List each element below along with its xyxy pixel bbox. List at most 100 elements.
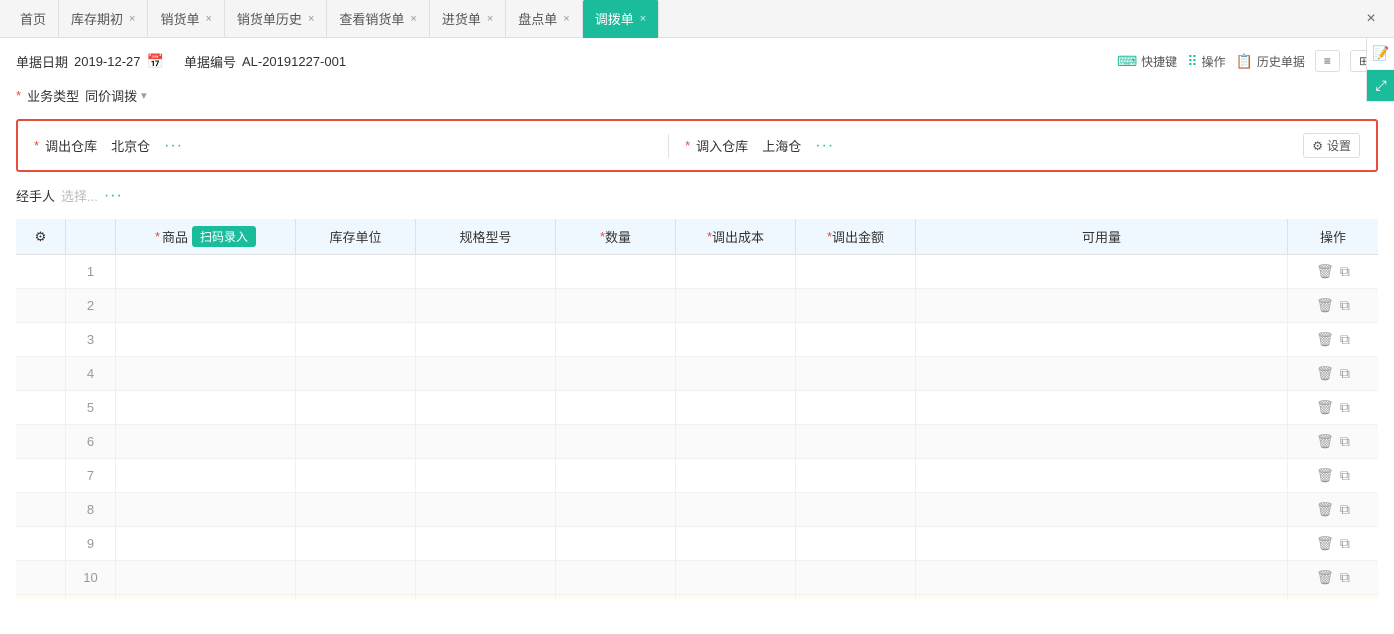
copy-icon[interactable]: ⧉ [1340, 535, 1350, 552]
delete-icon[interactable]: 🗑 [1316, 569, 1334, 586]
row-amount-2[interactable] [796, 323, 916, 357]
row-goods-3[interactable] [116, 357, 296, 391]
row-amount-9[interactable] [796, 561, 916, 595]
copy-icon[interactable]: ⧉ [1340, 569, 1350, 586]
tab-inventory-init[interactable]: 库存期初 × [59, 0, 148, 38]
warehouse-in-dots[interactable]: ··· [815, 137, 834, 155]
row-amount-0[interactable] [796, 255, 916, 289]
delete-icon[interactable]: 🗑 [1316, 467, 1334, 484]
row-goods-6[interactable] [116, 459, 296, 493]
row-spec-8[interactable] [416, 527, 556, 561]
row-unit-10[interactable] [296, 595, 416, 600]
row-cost-6[interactable] [676, 459, 796, 493]
table-scroll-area[interactable]: ⚙ * 商品 扫码录入 库存单位 规格型号 * 数量 * 调出成本 [16, 219, 1378, 599]
tab-purchase-order[interactable]: 进货单 × [430, 0, 506, 38]
history-button[interactable]: 📋 历史单据 [1235, 53, 1304, 70]
copy-icon[interactable]: ⧉ [1340, 331, 1350, 348]
row-qty-9[interactable] [556, 561, 676, 595]
warehouse-settings-button[interactable]: ⚙ 设置 [1303, 133, 1360, 158]
close-icon[interactable]: × [410, 13, 416, 25]
layout-toggle-button[interactable]: ≡ [1315, 50, 1340, 72]
row-qty-5[interactable] [556, 425, 676, 459]
row-spec-2[interactable] [416, 323, 556, 357]
row-avail-4[interactable] [916, 391, 1288, 425]
scan-entry-button[interactable]: 扫码录入 [192, 226, 256, 247]
tab-transfer-order[interactable]: 调拨单 × [583, 0, 659, 38]
close-icon[interactable]: × [487, 13, 493, 25]
row-cost-9[interactable] [676, 561, 796, 595]
row-unit-4[interactable] [296, 391, 416, 425]
row-avail-7[interactable] [916, 493, 1288, 527]
row-qty-3[interactable] [556, 357, 676, 391]
copy-icon[interactable]: ⧉ [1340, 297, 1350, 314]
row-qty-6[interactable] [556, 459, 676, 493]
row-qty-8[interactable] [556, 527, 676, 561]
row-amount-8[interactable] [796, 527, 916, 561]
row-goods-5[interactable] [116, 425, 296, 459]
delete-icon[interactable]: 🗑 [1316, 263, 1334, 280]
calendar-icon[interactable]: 📅 [147, 53, 164, 70]
row-qty-0[interactable] [556, 255, 676, 289]
row-unit-3[interactable] [296, 357, 416, 391]
copy-icon[interactable]: ⧉ [1340, 467, 1350, 484]
row-amount-6[interactable] [796, 459, 916, 493]
row-spec-7[interactable] [416, 493, 556, 527]
row-spec-4[interactable] [416, 391, 556, 425]
close-icon[interactable]: × [129, 13, 135, 25]
row-amount-3[interactable] [796, 357, 916, 391]
delete-icon[interactable]: 🗑 [1316, 399, 1334, 416]
row-unit-0[interactable] [296, 255, 416, 289]
row-avail-9[interactable] [916, 561, 1288, 595]
person-input[interactable]: 选择... [61, 186, 98, 205]
copy-icon[interactable]: ⧉ [1340, 365, 1350, 382]
close-icon[interactable]: × [205, 13, 211, 25]
tab-inventory-check[interactable]: 盘点单 × [506, 0, 582, 38]
tab-view-sales[interactable]: 查看销货单 × [327, 0, 429, 38]
row-spec-9[interactable] [416, 561, 556, 595]
row-qty-2[interactable] [556, 323, 676, 357]
business-type-select[interactable]: 同价调拨 ▾ [85, 86, 185, 105]
close-icon[interactable]: × [308, 13, 314, 25]
copy-icon[interactable]: ⧉ [1340, 263, 1350, 280]
row-cost-7[interactable] [676, 493, 796, 527]
row-unit-9[interactable] [296, 561, 416, 595]
row-unit-2[interactable] [296, 323, 416, 357]
th-gear[interactable]: ⚙ [16, 219, 66, 255]
row-cost-4[interactable] [676, 391, 796, 425]
tab-sales-history[interactable]: 销货单历史 × [225, 0, 327, 38]
row-amount-4[interactable] [796, 391, 916, 425]
close-icon[interactable]: × [640, 13, 646, 25]
row-avail-0[interactable] [916, 255, 1288, 289]
row-amount-5[interactable] [796, 425, 916, 459]
right-panel-note-icon[interactable]: 📝 [1367, 38, 1394, 70]
row-unit-1[interactable] [296, 289, 416, 323]
delete-icon[interactable]: 🗑 [1316, 535, 1334, 552]
tab-home[interactable]: 首页 [8, 0, 59, 38]
warehouse-out-dots[interactable]: ··· [164, 137, 183, 155]
shortcuts-button[interactable]: ⌨ 快捷键 [1117, 53, 1177, 70]
row-amount-10[interactable] [796, 595, 916, 600]
row-unit-6[interactable] [296, 459, 416, 493]
row-spec-0[interactable] [416, 255, 556, 289]
row-avail-3[interactable] [916, 357, 1288, 391]
row-cost-5[interactable] [676, 425, 796, 459]
row-spec-5[interactable] [416, 425, 556, 459]
row-amount-1[interactable] [796, 289, 916, 323]
row-unit-7[interactable] [296, 493, 416, 527]
row-goods-2[interactable] [116, 323, 296, 357]
row-goods-0[interactable] [116, 255, 296, 289]
row-spec-1[interactable] [416, 289, 556, 323]
delete-icon[interactable]: 🗑 [1316, 433, 1334, 450]
close-icon[interactable]: × [563, 13, 569, 25]
row-avail-6[interactable] [916, 459, 1288, 493]
delete-icon[interactable]: 🗑 [1316, 501, 1334, 518]
global-close-button[interactable]: × [1356, 4, 1386, 34]
row-goods-1[interactable] [116, 289, 296, 323]
row-amount-7[interactable] [796, 493, 916, 527]
person-dots[interactable]: ··· [104, 187, 123, 205]
row-cost-0[interactable] [676, 255, 796, 289]
row-cost-10[interactable] [676, 595, 796, 600]
row-spec-3[interactable] [416, 357, 556, 391]
row-qty-7[interactable] [556, 493, 676, 527]
delete-icon[interactable]: 🗑 [1316, 365, 1334, 382]
